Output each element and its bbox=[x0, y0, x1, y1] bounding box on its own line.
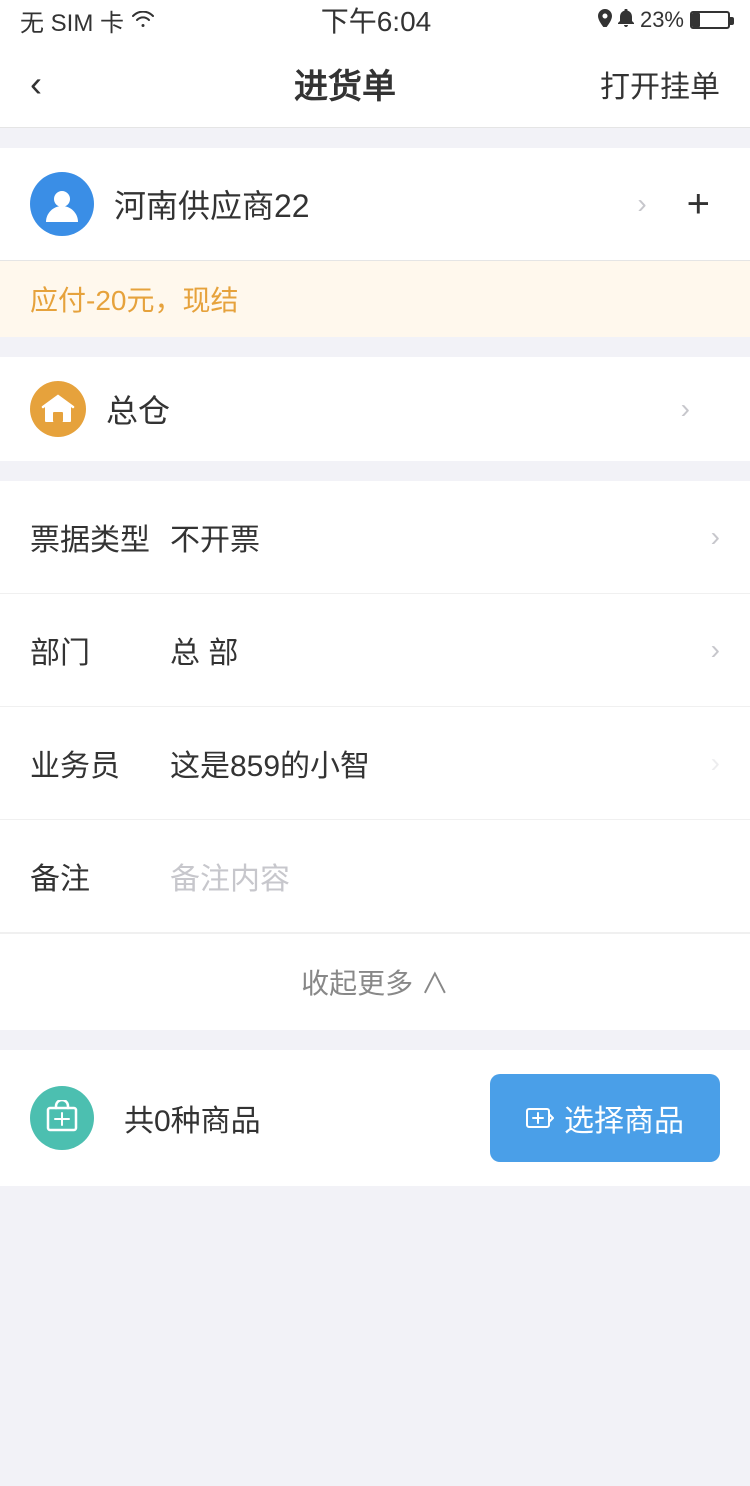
alert-bar: 应付-20元，现结 bbox=[0, 261, 750, 337]
product-icon bbox=[30, 1086, 94, 1150]
status-time: 下午6:04 bbox=[321, 0, 432, 40]
sales-row[interactable]: 业务员 这是859的小智 › bbox=[0, 707, 750, 820]
status-right: 23% bbox=[598, 7, 730, 33]
sales-chevron-icon: › bbox=[711, 747, 720, 779]
sales-value: 这是859的小智 bbox=[170, 741, 711, 785]
dept-chevron-icon: › bbox=[711, 634, 720, 666]
warehouse-icon bbox=[30, 381, 86, 437]
note-label: 备注 bbox=[30, 854, 150, 898]
collapse-label: 收起更多 ∧ bbox=[301, 968, 449, 999]
invoice-row[interactable]: 票据类型 不开票 › bbox=[0, 481, 750, 594]
collapse-row[interactable]: 收起更多 ∧ bbox=[0, 933, 750, 1030]
warehouse-row[interactable]: 总仓 › bbox=[0, 337, 750, 461]
select-product-button[interactable]: 选择商品 bbox=[490, 1074, 720, 1162]
battery-icon bbox=[690, 11, 730, 29]
alarm-icon bbox=[618, 7, 634, 33]
status-bar: 无 SIM 卡 下午6:04 23% bbox=[0, 0, 750, 40]
form-section: 票据类型 不开票 › 部门 总 部 › 业务员 这是859的小智 › 备注 备注… bbox=[0, 481, 750, 1030]
location-icon bbox=[598, 7, 612, 33]
content-background bbox=[0, 1186, 750, 1486]
warehouse-name: 总仓 bbox=[106, 386, 681, 432]
top-divider bbox=[0, 128, 750, 148]
product-count: 共0种商品 bbox=[124, 1096, 460, 1140]
invoice-label: 票据类型 bbox=[30, 515, 150, 559]
invoice-value: 不开票 bbox=[170, 515, 711, 559]
nav-bar: ‹ 进货单 打开挂单 bbox=[0, 40, 750, 128]
supplier-row[interactable]: 河南供应商22 › + bbox=[0, 148, 750, 261]
select-btn-label: 选择商品 bbox=[564, 1096, 684, 1140]
supplier-chevron-icon: › bbox=[637, 188, 646, 220]
sales-label: 业务员 bbox=[30, 741, 150, 785]
warehouse-chevron-icon: › bbox=[681, 393, 690, 425]
note-row[interactable]: 备注 备注内容 bbox=[0, 820, 750, 933]
warehouse-section: 总仓 › bbox=[0, 337, 750, 461]
carrier-text: 无 SIM 卡 bbox=[20, 3, 124, 38]
dept-label: 部门 bbox=[30, 628, 150, 672]
battery-percentage: 23% bbox=[640, 7, 684, 33]
add-button[interactable]: + bbox=[677, 182, 720, 227]
status-left: 无 SIM 卡 bbox=[20, 3, 154, 38]
page-title: 进货单 bbox=[294, 59, 396, 108]
avatar bbox=[30, 172, 94, 236]
bottom-bar: 共0种商品 选择商品 bbox=[0, 1050, 750, 1186]
dept-row[interactable]: 部门 总 部 › bbox=[0, 594, 750, 707]
dept-value: 总 部 bbox=[170, 628, 711, 672]
invoice-chevron-icon: › bbox=[711, 521, 720, 553]
wifi-icon bbox=[132, 6, 154, 34]
supplier-name: 河南供应商22 bbox=[114, 181, 637, 227]
note-placeholder: 备注内容 bbox=[170, 854, 720, 898]
alert-text: 应付-20元，现结 bbox=[30, 285, 238, 316]
supplier-section: 河南供应商22 › + 应付-20元，现结 bbox=[0, 148, 750, 337]
open-pending-button[interactable]: 打开挂单 bbox=[600, 62, 720, 106]
back-button[interactable]: ‹ bbox=[30, 63, 90, 105]
